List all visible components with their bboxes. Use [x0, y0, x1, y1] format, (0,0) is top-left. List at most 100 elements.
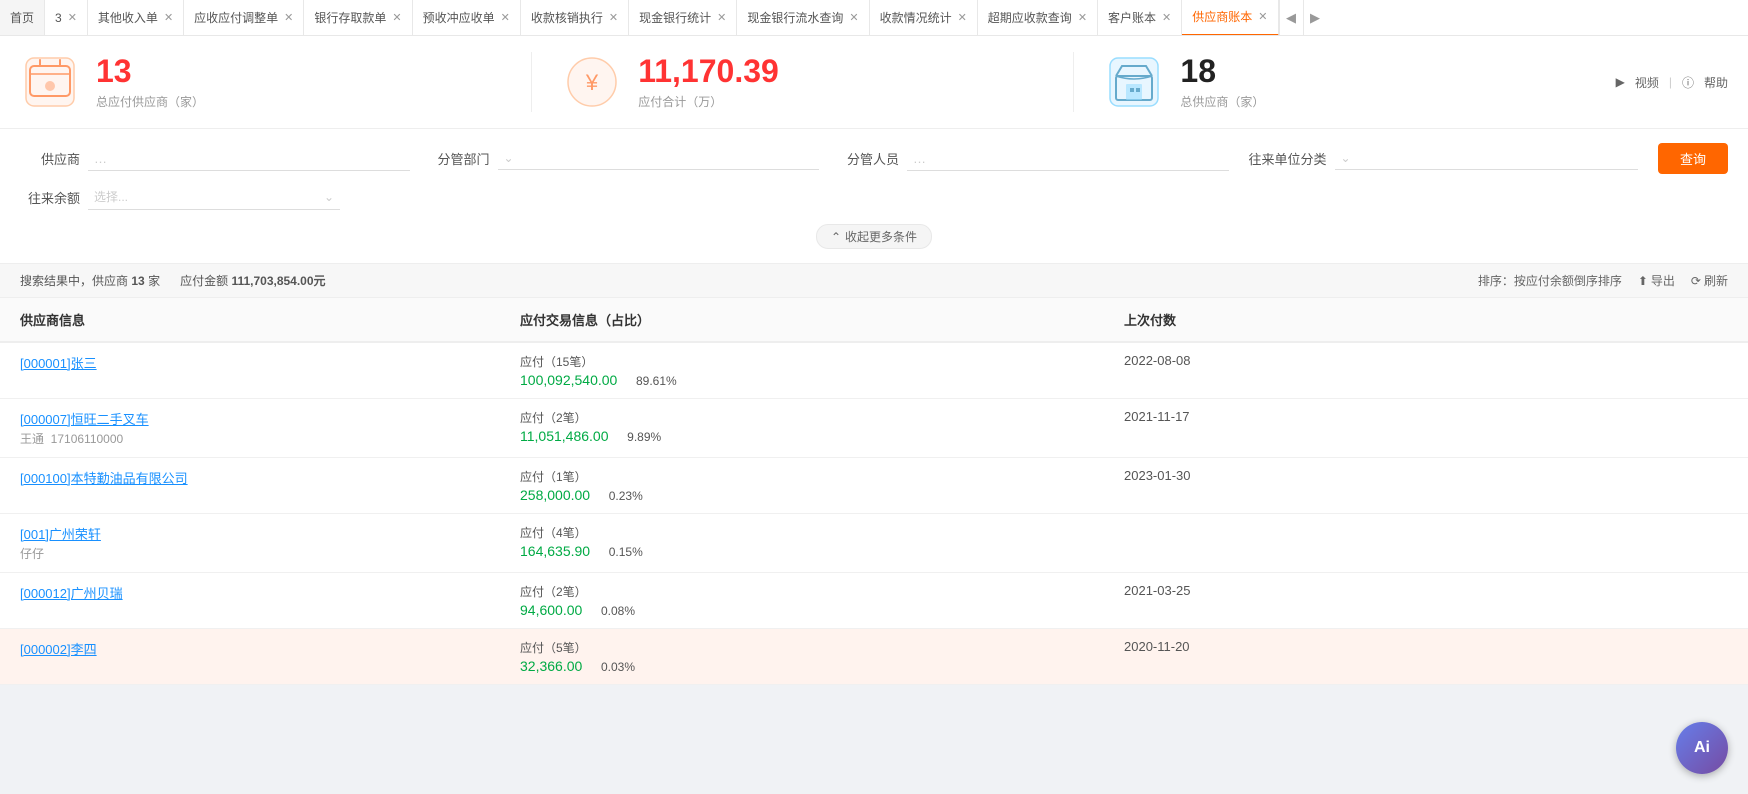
supplier-input[interactable]: [88, 147, 410, 171]
last-pay-date-5: 2020-11-20: [1124, 639, 1190, 654]
table-row: [001]广州荣轩 仔仔 应付（4笔） 164,635.90 0.15%: [0, 514, 1748, 573]
filter-row-2: 往来余额 选择... ⌄: [20, 184, 1728, 210]
close-icon[interactable]: ✕: [849, 11, 858, 24]
tx-info-5: 应付（5笔） 32,366.00 0.03%: [520, 639, 1124, 674]
dept-filter-label: 分管部门: [430, 149, 490, 168]
top-nav: 首页 3 ✕ 其他收入单 ✕ 应收应付调整单 ✕ 银行存取款单 ✕ 预收冲应收单…: [0, 0, 1748, 36]
nav-right-arrow[interactable]: ▶: [1303, 0, 1327, 36]
tx-info-0: 应付（15笔） 100,092,540.00 89.61%: [520, 353, 1124, 388]
filter-category: 往来单位分类 ⌄: [1249, 147, 1639, 170]
top-right-links: ▶ 视频 | ⓘ 帮助: [1616, 74, 1728, 91]
nav-tab-receipt-verify[interactable]: 收款核销执行 ✕: [521, 0, 629, 36]
tx-amount-5[interactable]: 32,366.00: [520, 658, 582, 674]
supplier-link-2[interactable]: [000100]本特勤油品有限公司: [20, 471, 188, 486]
nav-tab-customer[interactable]: 客户账本 ✕: [1098, 0, 1182, 36]
help-link[interactable]: 帮助: [1704, 74, 1728, 91]
tx-pct-1: 9.89%: [621, 430, 662, 444]
tx-amount-2[interactable]: 258,000.00: [520, 487, 590, 503]
close-icon[interactable]: ✕: [284, 11, 293, 24]
chevron-down-icon: ⌄: [504, 151, 514, 165]
category-select[interactable]: ⌄: [1335, 147, 1638, 170]
balance-select[interactable]: 选择... ⌄: [88, 184, 340, 210]
nav-tab-ar-ap[interactable]: 应收应付调整单 ✕: [184, 0, 304, 36]
nav-tab-other-income[interactable]: 其他收入单 ✕: [88, 0, 184, 36]
result-amount-value: 111,703,854.00元: [231, 274, 325, 288]
result-amount: 应付金额 111,703,854.00元: [180, 272, 325, 289]
col-header-tx: 应付交易信息（占比）: [520, 310, 1124, 329]
ai-button[interactable]: Ai: [1676, 722, 1728, 774]
export-label: 导出: [1651, 272, 1675, 289]
dept-select[interactable]: ⌄: [498, 147, 820, 170]
close-icon[interactable]: ✕: [501, 11, 510, 24]
nav-tab-overdue[interactable]: 超期应收款查询 ✕: [978, 0, 1098, 36]
nav-tab-pre-receipt[interactable]: 预收冲应收单 ✕: [413, 0, 521, 36]
tx-label-4: 应付（2笔）: [520, 583, 1124, 600]
close-icon[interactable]: ✕: [164, 11, 173, 24]
nav-tab-bank[interactable]: 银行存取款单 ✕: [304, 0, 412, 36]
nav-tab-3[interactable]: 3 ✕: [45, 0, 88, 36]
nav-tab-supplier[interactable]: 供应商账本 ✕: [1182, 0, 1278, 36]
summary-item-amount: ¥ 11,170.39 应付合计（万）: [531, 52, 1073, 112]
tx-amount-3[interactable]: 164,635.90: [520, 543, 590, 559]
result-count-unit: 家: [148, 274, 160, 288]
person-input[interactable]: [907, 147, 1229, 171]
summary-num-total: 18: [1180, 54, 1264, 89]
tx-label-5: 应付（5笔）: [520, 639, 1124, 656]
filter-row-1: 供应商 分管部门 ⌄ 分管人员 往来单位分类 ⌄ 查询: [20, 143, 1728, 174]
col-header-supplier: 供应商信息: [20, 310, 520, 329]
balance-filter-label: 往来余额: [20, 188, 80, 207]
svg-text:¥: ¥: [585, 70, 599, 95]
close-icon[interactable]: ✕: [1162, 11, 1171, 24]
summary-bar: 13 总应付供应商（家） ¥ 11,170.39 应付合计（万）: [0, 36, 1748, 129]
supplier-link-3[interactable]: [001]广州荣轩: [20, 527, 101, 542]
sort-label[interactable]: 排序：按应付余额倒序排序: [1478, 272, 1622, 289]
tx-label-1: 应付（2笔）: [520, 409, 1124, 426]
refresh-label: 刷新: [1704, 272, 1728, 289]
nav-tab-ar-ap-label: 应收应付调整单: [194, 9, 278, 26]
nav-tab-receipt-stat[interactable]: 收款情况统计 ✕: [870, 0, 978, 36]
filter-section: 供应商 分管部门 ⌄ 分管人员 往来单位分类 ⌄ 查询 往来余额: [0, 129, 1748, 264]
filter-supplier: 供应商: [20, 147, 410, 171]
video-link[interactable]: 视频: [1635, 74, 1659, 91]
nav-tab-receipt-verify-label: 收款核销执行: [531, 9, 603, 26]
supplier-info-0: [000001]张三: [20, 353, 520, 372]
close-icon[interactable]: ✕: [958, 11, 967, 24]
collapse-button[interactable]: ⌃ 收起更多条件: [816, 224, 932, 249]
supplier-link-4[interactable]: [000012]广州贝瑞: [20, 586, 123, 601]
tx-info-1: 应付（2笔） 11,051,486.00 9.89%: [520, 409, 1124, 444]
refresh-button[interactable]: ⟳ 刷新: [1691, 272, 1728, 289]
nav-tab-home[interactable]: 首页: [0, 0, 45, 36]
close-icon[interactable]: ✕: [1258, 10, 1267, 23]
tx-info-2: 应付（1笔） 258,000.00 0.23%: [520, 468, 1124, 503]
col-header-lastpay: 上次付数: [1124, 310, 1728, 329]
tx-amount-1[interactable]: 11,051,486.00: [520, 428, 609, 444]
balance-placeholder: 选择...: [94, 188, 128, 205]
nav-tab-cash-stat[interactable]: 现金银行统计 ✕: [629, 0, 737, 36]
close-icon[interactable]: ✕: [68, 11, 77, 24]
tx-amount-4[interactable]: 94,600.00: [520, 602, 582, 618]
tx-amount-0[interactable]: 100,092,540.00: [520, 372, 617, 388]
nav-left-arrow[interactable]: ◀: [1279, 0, 1303, 36]
result-supplier-count-prefix: 搜索结果中，供应商: [20, 274, 128, 288]
export-button[interactable]: ⬆ 导出: [1638, 272, 1675, 289]
last-pay-date-4: 2021-03-25: [1124, 583, 1191, 598]
nav-tab-cash-flow-label: 现金银行流水查询: [747, 9, 843, 26]
last-pay-1: 2021-11-17: [1124, 409, 1728, 424]
result-actions: 排序：按应付余额倒序排序 ⬆ 导出 ⟳ 刷新: [1478, 272, 1728, 289]
last-pay-date-0: 2022-08-08: [1124, 353, 1191, 368]
filter-balance: 往来余额 选择... ⌄: [20, 184, 340, 210]
filter-person: 分管人员: [839, 147, 1229, 171]
supplier-link-0[interactable]: [000001]张三: [20, 356, 97, 371]
supplier-link-1[interactable]: [000007]恒旺二手叉车: [20, 412, 149, 427]
close-icon[interactable]: ✕: [392, 11, 401, 24]
close-icon[interactable]: ✕: [609, 11, 618, 24]
table-header: 供应商信息 应付交易信息（占比） 上次付数: [0, 298, 1748, 343]
person-filter-label: 分管人员: [839, 149, 899, 168]
query-button[interactable]: 查询: [1658, 143, 1728, 174]
nav-tab-bank-label: 银行存取款单: [314, 9, 386, 26]
nav-tab-cash-flow[interactable]: 现金银行流水查询 ✕: [737, 0, 869, 36]
supplier-link-5[interactable]: [000002]李四: [20, 642, 97, 657]
close-icon[interactable]: ✕: [717, 11, 726, 24]
close-icon[interactable]: ✕: [1078, 11, 1087, 24]
summary-item-suppliers: 13 总应付供应商（家）: [20, 52, 531, 112]
